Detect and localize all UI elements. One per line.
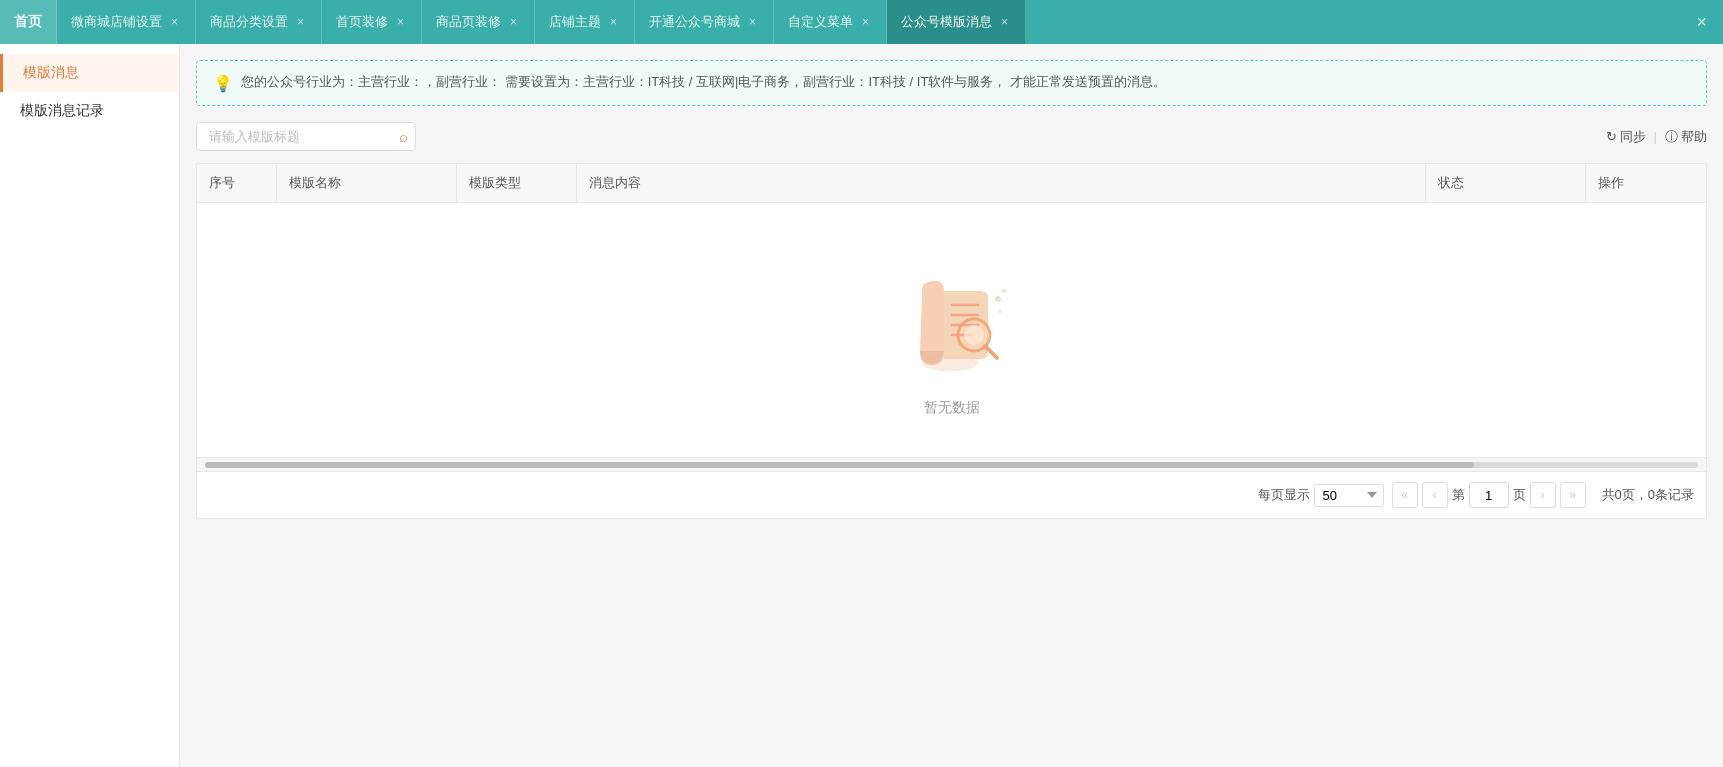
page-body: 模版消息 模版消息记录 💡 您的公众号行业为：主营行业：，副营行业： 需要设置为… xyxy=(0,44,1723,767)
notice-icon: 💡 xyxy=(213,74,233,93)
global-close-button[interactable]: × xyxy=(1680,0,1723,44)
page-size-dropdown[interactable]: 50 10 20 100 xyxy=(1314,484,1384,507)
last-page-button[interactable]: » xyxy=(1560,482,1586,508)
nav-tab-product[interactable]: 商品页装修 × xyxy=(422,0,535,44)
main-content: 💡 您的公众号行业为：主营行业：，副营行业： 需要设置为：主营行业：IT科技 /… xyxy=(180,44,1723,767)
search-bar: ⌕ ↻ 同步 | ⓘ 帮助 xyxy=(196,122,1707,151)
first-page-button[interactable]: « xyxy=(1392,482,1418,508)
scroll-track xyxy=(205,462,1698,468)
top-nav: 首页 微商城店铺设置 × 商品分类设置 × 首页装修 × 商品页装修 × 店铺主… xyxy=(0,0,1723,44)
table-header: 序号 模版名称 模版类型 消息内容 状态 操作 xyxy=(197,164,1706,203)
notice-text: 您的公众号行业为：主营行业：，副营行业： 需要设置为：主营行业：IT科技 / 互… xyxy=(241,73,1166,91)
data-table: 序号 模版名称 模版类型 消息内容 状态 操作 xyxy=(196,163,1707,519)
page-nav: « ‹ 第 页 › » xyxy=(1392,482,1586,508)
nav-tab-template-close[interactable]: × xyxy=(998,14,1011,30)
nav-tab-category-close[interactable]: × xyxy=(294,14,307,30)
nav-tab-template[interactable]: 公众号模版消息 × xyxy=(887,0,1026,44)
nav-tab-theme[interactable]: 店铺主题 × xyxy=(535,0,635,44)
empty-illustration xyxy=(892,263,1012,383)
sidebar-item-template-msg[interactable]: 模版消息 xyxy=(0,54,179,92)
search-input[interactable] xyxy=(196,122,416,151)
nav-tab-custommenu-label: 自定义菜单 xyxy=(788,13,853,31)
scroll-thumb xyxy=(205,462,1474,468)
col-action: 操作 xyxy=(1586,164,1706,202)
search-left: ⌕ xyxy=(196,122,416,151)
nav-tab-homepage-label: 首页装修 xyxy=(336,13,388,31)
sidebar-item-template-log[interactable]: 模版消息记录 xyxy=(0,92,179,130)
svg-point-9 xyxy=(1002,289,1006,293)
nav-tab-homepage[interactable]: 首页装修 × xyxy=(322,0,422,44)
nav-tab-theme-close[interactable]: × xyxy=(607,14,620,30)
divider: | xyxy=(1654,129,1657,144)
page-label-after: 页 xyxy=(1513,486,1526,504)
col-content: 消息内容 xyxy=(577,164,1426,202)
help-button[interactable]: ⓘ 帮助 xyxy=(1665,128,1707,146)
sync-button[interactable]: ↻ 同步 xyxy=(1606,128,1646,146)
notice-box: 💡 您的公众号行业为：主营行业：，副营行业： 需要设置为：主营行业：IT科技 /… xyxy=(196,60,1707,106)
page-label-before: 第 xyxy=(1452,486,1465,504)
empty-state: 暂无数据 xyxy=(197,203,1706,457)
nav-tab-custommenu-close[interactable]: × xyxy=(859,14,872,30)
svg-point-10 xyxy=(998,309,1002,313)
svg-point-6 xyxy=(964,325,984,345)
nav-tab-home-label: 首页 xyxy=(14,13,42,31)
col-status: 状态 xyxy=(1426,164,1586,202)
search-button[interactable]: ⌕ xyxy=(399,128,408,145)
nav-tab-theme-label: 店铺主题 xyxy=(549,13,601,31)
search-icon: ⌕ xyxy=(399,128,408,145)
nav-tab-homepage-close[interactable]: × xyxy=(394,14,407,30)
sidebar: 模版消息 模版消息记录 xyxy=(0,44,180,767)
page-size-label: 每页显示 xyxy=(1258,486,1310,504)
nav-tab-weshop-label: 微商城店铺设置 xyxy=(71,13,162,31)
nav-tab-category[interactable]: 商品分类设置 × xyxy=(196,0,322,44)
nav-tab-home[interactable]: 首页 xyxy=(0,0,57,44)
nav-tab-product-close[interactable]: × xyxy=(507,14,520,30)
scrollbar-area[interactable] xyxy=(197,457,1706,471)
nav-tab-weshop[interactable]: 微商城店铺设置 × xyxy=(57,0,196,44)
page-input[interactable] xyxy=(1469,482,1509,508)
empty-text: 暂无数据 xyxy=(924,399,980,417)
col-index: 序号 xyxy=(197,164,277,202)
page-size-select: 每页显示 50 10 20 100 xyxy=(1258,484,1384,507)
nav-tab-template-label: 公众号模版消息 xyxy=(901,13,992,31)
pagination: 每页显示 50 10 20 100 « ‹ 第 页 › » xyxy=(197,471,1706,518)
nav-tab-weshop-close[interactable]: × xyxy=(168,14,181,30)
col-name: 模版名称 xyxy=(277,164,457,202)
nav-tab-custommenu[interactable]: 自定义菜单 × xyxy=(774,0,887,44)
col-type: 模版类型 xyxy=(457,164,577,202)
prev-page-button[interactable]: ‹ xyxy=(1422,482,1448,508)
nav-tab-product-label: 商品页装修 xyxy=(436,13,501,31)
nav-tab-mall[interactable]: 开通公众号商城 × xyxy=(635,0,774,44)
help-icon: ⓘ xyxy=(1665,128,1678,146)
nav-tab-mall-close[interactable]: × xyxy=(746,14,759,30)
sync-icon: ↻ xyxy=(1606,129,1617,144)
nav-tab-mall-label: 开通公众号商城 xyxy=(649,13,740,31)
total-info: 共0页，0条记录 xyxy=(1602,486,1694,504)
svg-point-8 xyxy=(995,296,1001,302)
nav-tab-category-label: 商品分类设置 xyxy=(210,13,288,31)
search-right: ↻ 同步 | ⓘ 帮助 xyxy=(1606,128,1707,146)
next-page-button[interactable]: › xyxy=(1530,482,1556,508)
search-input-wrap: ⌕ xyxy=(196,122,416,151)
